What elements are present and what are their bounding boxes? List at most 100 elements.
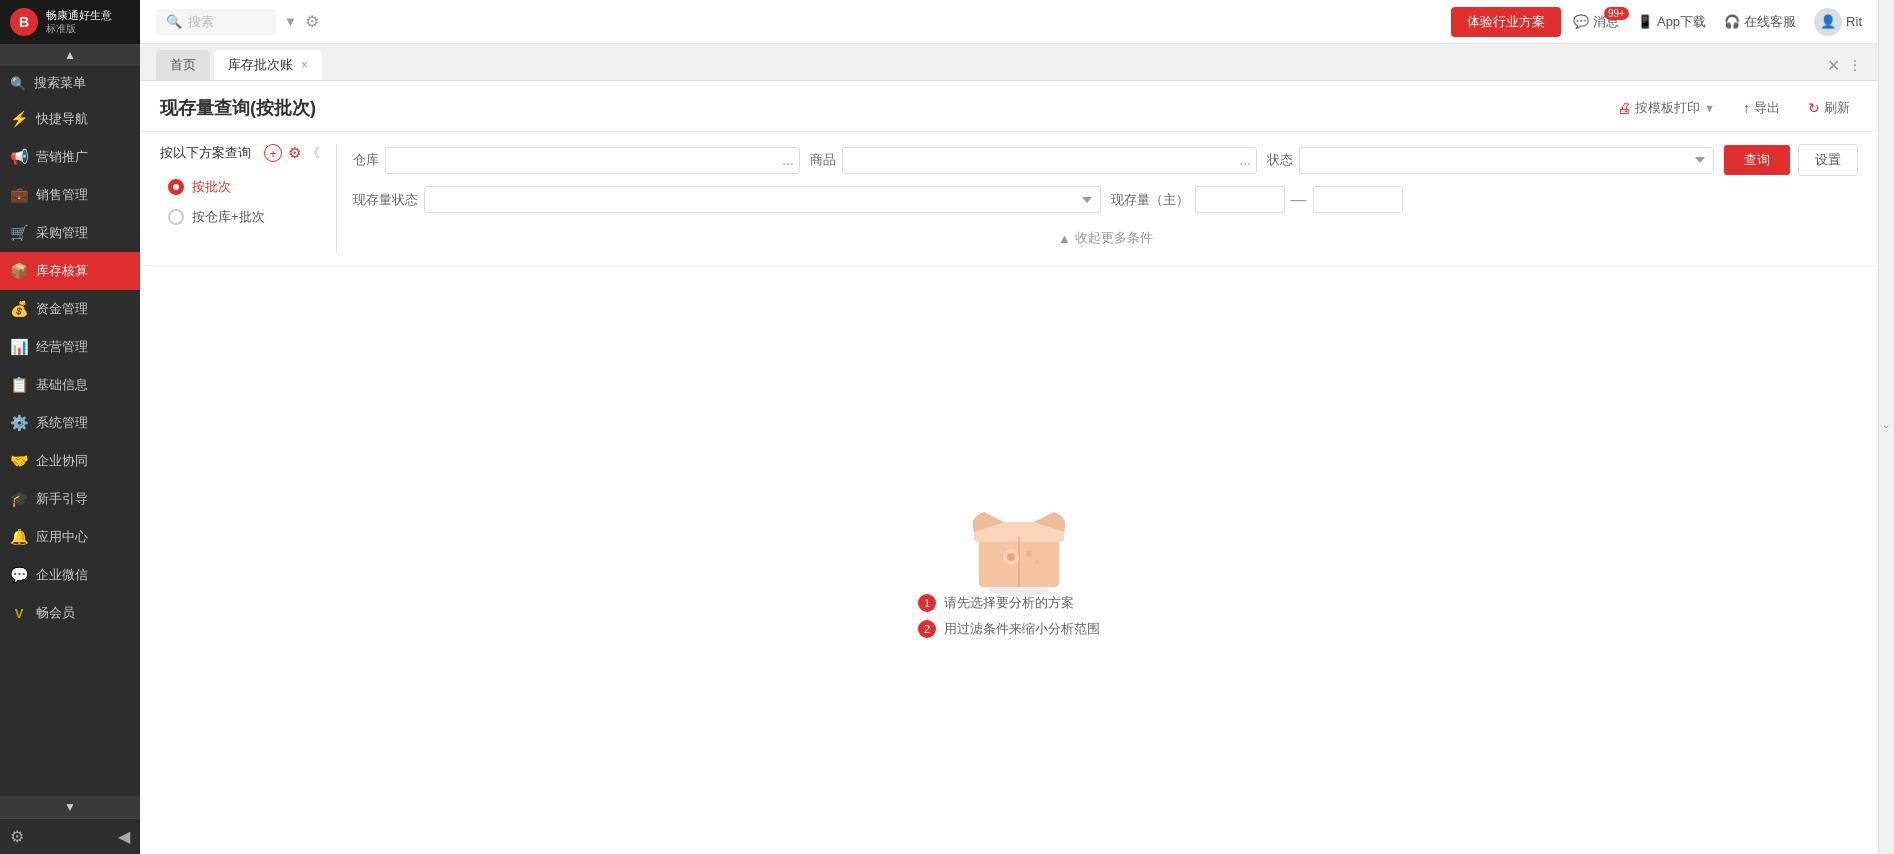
messages-badge: 99+ xyxy=(1604,7,1629,20)
empty-state: 1 请先选择要分析的方案 2 用过滤条件来缩小分析范围 xyxy=(140,266,1878,854)
main-area: 🔍 搜索 ▼ ⚙ 体验行业方案 💬 消息 99+ 📱 App下载 🎧 在线客服 xyxy=(140,0,1878,854)
appstore-icon: 🔔 xyxy=(10,528,28,546)
filter-option-by-batch[interactable]: 按批次 xyxy=(160,172,320,202)
status-field: 状态 xyxy=(1267,147,1714,174)
expand-icon[interactable]: ⋮ xyxy=(1848,57,1862,73)
print-button[interactable]: 🖨 按模板打印 ▼ xyxy=(1609,95,1723,121)
page-title: 现存量查询(按批次) xyxy=(160,96,316,120)
messages-button[interactable]: 💬 消息 99+ xyxy=(1573,13,1619,31)
sidebar-item-label: 营销推广 xyxy=(36,148,88,166)
sidebar-item-newbie[interactable]: 🎓 新手引导 xyxy=(0,480,140,518)
sidebar-item-label: 系统管理 xyxy=(36,414,88,432)
inventory-qty-label: 现存量（主） xyxy=(1111,191,1189,209)
sidebar-item-label: 基础信息 xyxy=(36,376,88,394)
sidebar-item-label: 经营管理 xyxy=(36,338,88,356)
sidebar-item-inventory[interactable]: 📦 库存核算 xyxy=(0,252,140,290)
filter-option-by-warehouse-batch[interactable]: 按仓库+批次 xyxy=(160,202,320,232)
inventory-status-field: 现存量状态 全部 xyxy=(353,186,1101,213)
sidebar-item-purchase[interactable]: 🛒 采购管理 xyxy=(0,214,140,252)
sidebar-item-member[interactable]: V 畅会员 xyxy=(0,594,140,632)
inventory-qty-max-input[interactable] xyxy=(1313,186,1403,213)
online-service-button[interactable]: 🎧 在线客服 xyxy=(1724,13,1796,31)
sidebar-scroll: 🔍 搜索菜单 ⚡ 快捷导航 📢 营销推广 💼 销售管理 🛒 采购管理 📦 库存核… xyxy=(0,66,140,796)
experience-button[interactable]: 体验行业方案 xyxy=(1451,7,1561,37)
dropdown-icon[interactable]: ▼ xyxy=(284,14,297,29)
message-icon: 💬 xyxy=(1573,14,1589,29)
settings-icon[interactable]: ⚙ xyxy=(10,827,24,846)
warehouse-field: 仓库 ... xyxy=(353,147,800,174)
user-avatar: 👤 xyxy=(1814,8,1842,36)
collapse-row[interactable]: ▲ 收起更多条件 xyxy=(353,223,1858,253)
wechat-icon: 💬 xyxy=(10,566,28,584)
tip-1-number: 1 xyxy=(918,594,936,612)
sidebar-item-label: 畅会员 xyxy=(36,604,75,622)
sidebar-item-sales[interactable]: 💼 销售管理 xyxy=(0,176,140,214)
top-bar: 🔍 搜索 ▼ ⚙ 体验行业方案 💬 消息 99+ 📱 App下载 🎧 在线客服 xyxy=(140,0,1878,44)
print-icon: 🖨 xyxy=(1617,100,1631,116)
tab-close-icon[interactable]: × xyxy=(301,58,308,72)
sidebar-item-quick-nav[interactable]: ⚡ 快捷导航 xyxy=(0,100,140,138)
search-icon: 🔍 xyxy=(166,14,182,29)
product-more-icon[interactable]: ... xyxy=(1239,152,1251,168)
status-select[interactable] xyxy=(1299,147,1714,174)
sidebar-header: B 畅康通好生意 标准版 xyxy=(0,0,140,44)
range-separator: — xyxy=(1291,191,1307,209)
query-button[interactable]: 查询 xyxy=(1724,145,1790,175)
user-profile-button[interactable]: 👤 Rit xyxy=(1814,8,1862,36)
product-input[interactable] xyxy=(842,147,1257,174)
tab-home[interactable]: 首页 xyxy=(156,50,210,80)
tip-2-text: 用过滤条件来缩小分析范围 xyxy=(944,620,1100,638)
sidebar-search[interactable]: 🔍 搜索菜单 xyxy=(0,66,140,100)
settings-button[interactable]: 设置 xyxy=(1798,144,1858,176)
collapse-icon[interactable]: ◀ xyxy=(118,827,130,846)
operations-icon: 📊 xyxy=(10,338,28,356)
svg-point-5 xyxy=(1007,553,1015,561)
inventory-status-label: 现存量状态 xyxy=(353,191,418,209)
sidebar-item-basic[interactable]: 📋 基础信息 xyxy=(0,366,140,404)
inventory-qty-min-input[interactable] xyxy=(1195,186,1285,213)
collapse-panel-icon[interactable]: 《 xyxy=(307,144,320,162)
scroll-down-button[interactable]: ▼ xyxy=(0,796,140,818)
filter-form: 仓库 ... 商品 ... 状态 xyxy=(353,144,1858,253)
sidebar-item-system[interactable]: ⚙️ 系统管理 xyxy=(0,404,140,442)
export-button[interactable]: ↑ 导出 xyxy=(1735,95,1788,121)
top-search-field[interactable]: 🔍 搜索 xyxy=(156,9,276,35)
filter-option-label: 按批次 xyxy=(192,178,231,196)
export-icon: ↑ xyxy=(1743,100,1750,116)
purchase-icon: 🛒 xyxy=(10,224,28,242)
sidebar-item-marketing[interactable]: 📢 营销推广 xyxy=(0,138,140,176)
basic-icon: 📋 xyxy=(10,376,28,394)
warehouse-input[interactable] xyxy=(385,147,800,174)
headset-icon: 🎧 xyxy=(1724,14,1740,29)
inventory-qty-range: — xyxy=(1195,186,1403,213)
scroll-up-button[interactable]: ▲ xyxy=(0,44,140,66)
warehouse-label: 仓库 xyxy=(353,151,379,169)
user-name: Rit xyxy=(1846,14,1862,29)
export-label: 导出 xyxy=(1754,99,1780,117)
close-panel-icon[interactable]: ✕ xyxy=(1827,56,1840,75)
right-collapse-button[interactable]: › xyxy=(1878,0,1894,854)
product-field: 商品 ... xyxy=(810,147,1257,174)
app-name: 畅康通好生意 xyxy=(46,8,112,22)
refresh-button[interactable]: ↻ 刷新 xyxy=(1800,95,1858,121)
radio-outline-icon xyxy=(168,209,184,225)
svg-point-6 xyxy=(1026,551,1032,557)
filter-divider xyxy=(336,144,337,253)
sidebar-item-appstore[interactable]: 🔔 应用中心 xyxy=(0,518,140,556)
dropdown-arrow-icon[interactable]: ▼ xyxy=(1704,102,1715,114)
scheme-settings-icon[interactable]: ⚙ xyxy=(288,144,301,162)
inventory-status-select[interactable]: 全部 xyxy=(424,186,1101,213)
tab-inventory-batch[interactable]: 库存批次账 × xyxy=(214,50,322,80)
add-scheme-icon[interactable]: + xyxy=(264,144,282,162)
sidebar-item-finance[interactable]: 💰 资金管理 xyxy=(0,290,140,328)
sidebar-item-enterprise[interactable]: 🤝 企业协同 xyxy=(0,442,140,480)
sidebar-item-wechat[interactable]: 💬 企业微信 xyxy=(0,556,140,594)
sidebar-item-label: 快捷导航 xyxy=(36,110,88,128)
settings-icon[interactable]: ⚙ xyxy=(305,12,319,31)
quick-nav-icon: ⚡ xyxy=(10,110,28,128)
sidebar-item-operations[interactable]: 📊 经营管理 xyxy=(0,328,140,366)
inventory-status-select-wrap: 全部 xyxy=(424,186,1101,213)
warehouse-more-icon[interactable]: ... xyxy=(782,152,794,168)
app-download-button[interactable]: 📱 App下载 xyxy=(1637,13,1706,31)
search-placeholder: 搜索 xyxy=(188,13,214,31)
